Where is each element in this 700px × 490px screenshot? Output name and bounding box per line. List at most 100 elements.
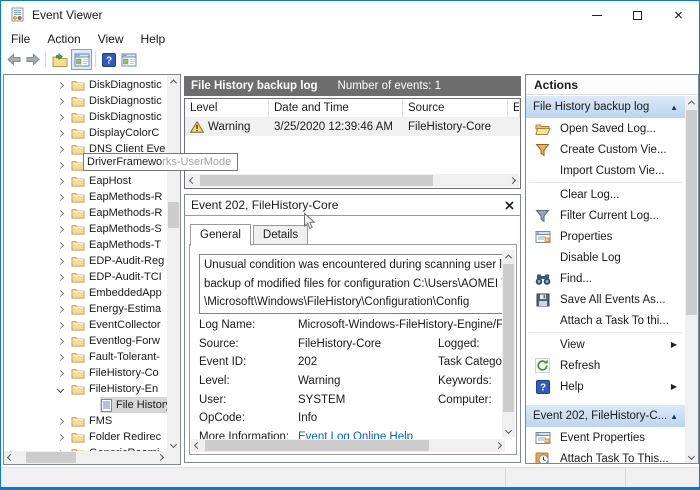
actions-vertical-scrollbar[interactable]: [685, 96, 698, 463]
list-horizontal-scrollbar[interactable]: [186, 174, 519, 187]
maximize-button[interactable]: [617, 1, 658, 29]
expand-chevron-icon[interactable]: [56, 209, 64, 217]
scrollbar-thumb[interactable]: [503, 264, 514, 412]
expand-chevron-icon[interactable]: [56, 81, 64, 89]
action-item[interactable]: Find...: [526, 268, 685, 289]
detail-horizontal-scrollbar[interactable]: [191, 439, 505, 452]
close-detail-icon[interactable]: [505, 200, 514, 210]
scroll-up-icon[interactable]: [502, 250, 515, 263]
expand-chevron-icon[interactable]: [56, 417, 64, 425]
action-item[interactable]: Event Properties: [526, 427, 685, 448]
action-item[interactable]: Save All Events As...: [526, 289, 685, 310]
tree-item[interactable]: FileHistory-Co: [4, 365, 167, 381]
console-window-icon[interactable]: [120, 51, 137, 68]
forward-icon[interactable]: [24, 51, 41, 68]
expand-chevron-icon[interactable]: [56, 161, 64, 169]
column-level[interactable]: Level: [185, 99, 269, 117]
expand-chevron-icon[interactable]: [56, 337, 64, 345]
tree-item[interactable]: EmbeddedApp: [4, 285, 167, 301]
tab-details[interactable]: Details: [252, 225, 309, 245]
console-window-icon[interactable]: [71, 49, 92, 70]
menu-action[interactable]: Action: [47, 32, 80, 46]
menu-help[interactable]: Help: [141, 32, 166, 46]
tree-item[interactable]: EventCollector: [4, 317, 167, 333]
action-item[interactable]: Properties: [526, 226, 685, 247]
scroll-down-icon[interactable]: [167, 438, 180, 451]
expand-chevron-icon[interactable]: [56, 193, 64, 201]
action-item[interactable]: Import Custom Vie...: [526, 160, 685, 181]
expand-chevron-icon[interactable]: [56, 369, 64, 377]
open-saved-log-icon[interactable]: [51, 51, 68, 68]
tab-general[interactable]: General: [190, 224, 251, 246]
tree-item[interactable]: Energy-Estima: [4, 301, 167, 317]
scrollbar-thumb[interactable]: [205, 440, 429, 451]
collapse-chevron-icon[interactable]: [56, 385, 64, 393]
tree-item[interactable]: DisplayColorC: [4, 125, 167, 141]
tree-item[interactable]: EapMethods-T: [4, 237, 167, 253]
tree-item[interactable]: Eventlog-Forw: [4, 333, 167, 349]
expand-chevron-icon[interactable]: [56, 321, 64, 329]
menu-view[interactable]: View: [98, 32, 124, 46]
scroll-right-icon[interactable]: [492, 439, 505, 452]
tree-item[interactable]: EapHost: [4, 173, 167, 189]
tree-item[interactable]: EapMethods-S: [4, 221, 167, 237]
expand-chevron-icon[interactable]: [56, 225, 64, 233]
tree-item[interactable]: DiskDiagnostic: [4, 93, 167, 109]
tree-item[interactable]: EDP-Audit-Reg: [4, 253, 167, 269]
menu-file[interactable]: File: [11, 32, 30, 46]
scroll-left-icon[interactable]: [4, 451, 17, 464]
expand-chevron-icon[interactable]: [56, 273, 64, 281]
expand-chevron-icon[interactable]: [56, 289, 64, 297]
tree-item[interactable]: File History: [4, 397, 167, 413]
tree-item[interactable]: FMS: [4, 413, 167, 429]
tree-vertical-scrollbar[interactable]: [167, 75, 180, 451]
expand-chevron-icon[interactable]: [56, 241, 64, 249]
tree-item[interactable]: Fault-Tolerant-: [4, 349, 167, 365]
detail-vertical-scrollbar[interactable]: [502, 250, 515, 437]
expand-chevron-icon[interactable]: [56, 305, 64, 313]
tree-horizontal-scrollbar[interactable]: [4, 451, 167, 464]
expand-chevron-icon[interactable]: [56, 433, 64, 441]
action-item[interactable]: Clear Log...: [526, 184, 685, 205]
column-source[interactable]: Source: [403, 99, 508, 117]
expand-chevron-icon[interactable]: [56, 145, 64, 153]
expand-chevron-icon[interactable]: [56, 353, 64, 361]
tree-item[interactable]: DiskDiagnostic: [4, 109, 167, 125]
scroll-up-icon[interactable]: [685, 96, 698, 109]
scroll-right-icon[interactable]: [154, 451, 167, 464]
action-item[interactable]: Disable Log: [526, 247, 685, 268]
scrollbar-thumb[interactable]: [168, 202, 179, 228]
minimize-button[interactable]: [576, 1, 617, 29]
tree-item[interactable]: FileHistory-En: [4, 381, 167, 397]
action-item[interactable]: Refresh: [526, 355, 685, 376]
scrollbar-thumb[interactable]: [200, 175, 433, 186]
scroll-left-icon[interactable]: [191, 439, 204, 452]
actions-section-header-log[interactable]: File History backup log ▲: [526, 96, 685, 118]
scrollbar-thumb[interactable]: [686, 110, 697, 315]
tree-item[interactable]: DiskDiagnostic: [4, 77, 167, 93]
expand-chevron-icon[interactable]: [56, 257, 64, 265]
tree-item[interactable]: Folder Redirec: [4, 429, 167, 445]
event-row[interactable]: Warning 3/25/2020 12:39:46 AM FileHistor…: [185, 118, 520, 136]
action-item[interactable]: Attach Task To This...: [526, 448, 685, 463]
close-button[interactable]: ×: [658, 1, 699, 29]
tree-item[interactable]: EDP-Audit-TCI: [4, 269, 167, 285]
action-item[interactable]: Attach a Task To thi...: [526, 310, 685, 331]
expand-chevron-icon[interactable]: [56, 177, 64, 185]
scroll-right-icon[interactable]: [506, 174, 519, 187]
back-icon[interactable]: [5, 51, 22, 68]
expand-chevron-icon[interactable]: [56, 129, 64, 137]
scroll-down-icon[interactable]: [685, 450, 698, 463]
scroll-down-icon[interactable]: [502, 424, 515, 437]
column-event-id[interactable]: Eve: [508, 99, 520, 117]
action-item[interactable]: Open Saved Log...: [526, 118, 685, 139]
scroll-left-icon[interactable]: [186, 174, 199, 187]
scrollbar-thumb[interactable]: [26, 452, 76, 463]
tree-item[interactable]: EapMethods-R: [4, 205, 167, 221]
action-item[interactable]: ? Help ▶: [526, 376, 685, 397]
expand-chevron-icon[interactable]: [56, 113, 64, 121]
help-icon[interactable]: ?: [100, 51, 117, 68]
scroll-up-icon[interactable]: [167, 75, 180, 88]
action-item[interactable]: Create Custom Vie...: [526, 139, 685, 160]
action-item[interactable]: View ▶: [526, 334, 685, 355]
